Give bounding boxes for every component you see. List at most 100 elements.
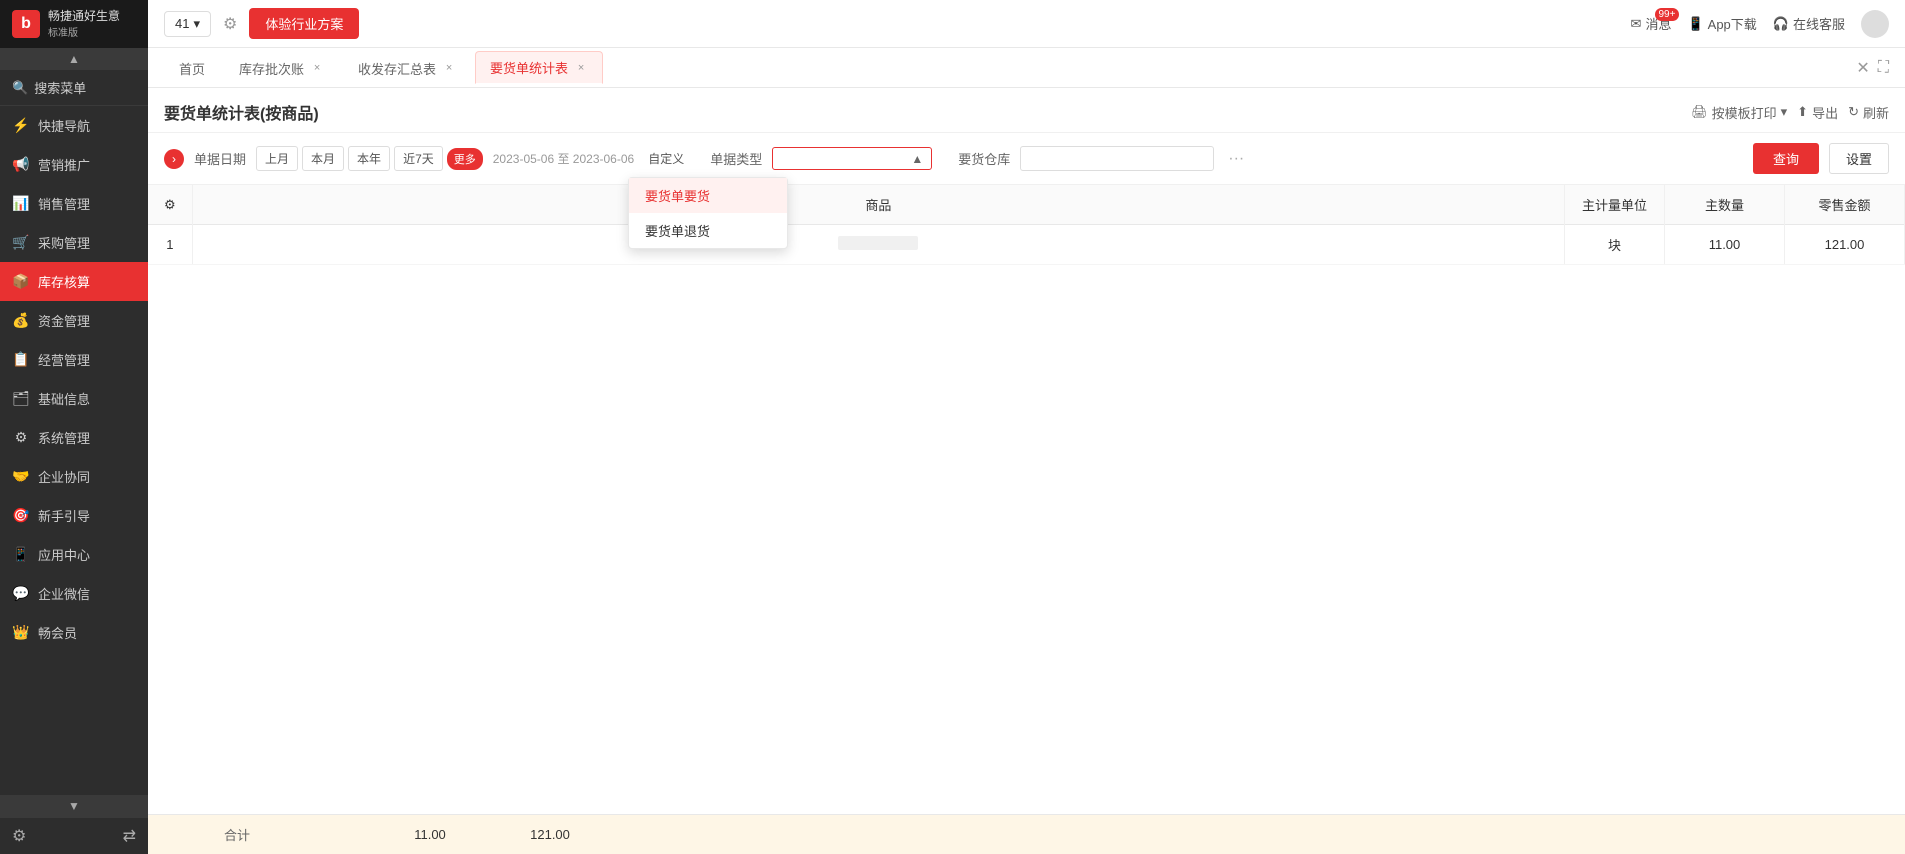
sidebar-collapse-icon[interactable]: ⇄ [123,826,136,846]
type-filter-select[interactable]: ▲ [772,147,932,170]
sidebar-logo: b 畅捷通好生意 标准版 [0,0,148,48]
app-download-action[interactable]: 📱 App下载 [1687,14,1756,33]
table-settings-btn[interactable]: 设置 [1829,143,1889,174]
tab-order-stats-label: 要货单统计表 [490,58,568,77]
sidebar-item-label: 经营管理 [38,350,90,369]
sidebar-item-guide[interactable]: 🎯 新手引导 [0,496,148,535]
print-btn[interactable]: 🖨 按模板打印 ▾ [1691,103,1787,122]
tab-order-stats-close[interactable]: × [574,61,588,75]
tab-stock-batch[interactable]: 库存批次账 × [224,52,339,84]
tab-expand-icon[interactable]: ⛶ [1878,59,1889,77]
sidebar-item-membership[interactable]: 👑 畅会员 [0,613,148,652]
sidebar-item-quick-nav[interactable]: ⚡ 快捷导航 [0,106,148,145]
th-quantity: 主数量 [1665,185,1785,225]
product-name-placeholder [838,236,918,250]
cell-product [192,225,1564,265]
online-service-label: 在线客服 [1793,14,1845,33]
sidebar-item-basic-info[interactable]: 🗂 基础信息 [0,379,148,418]
date-range-text: 2023-05-06 至 2023-06-06 [493,150,634,167]
store-selector[interactable]: 41 ▾ [164,11,211,37]
sidebar-item-label: 畅会员 [38,623,77,642]
message-icon: ✉ [1631,16,1642,32]
sidebar-item-system[interactable]: ⚙ 系统管理 [0,418,148,457]
settings-icon[interactable]: ⚙ [223,14,237,34]
cell-num: 1 [148,225,192,265]
sidebar-item-inventory[interactable]: 📦 库存核算 [0,262,148,301]
filter-expand-btn[interactable]: › [164,149,184,169]
tab-home[interactable]: 首页 [164,52,220,84]
type-select-chevron-icon[interactable]: ▲ [911,152,923,166]
type-dropdown: 要货单要货 要货单退货 [628,177,788,249]
footer-quantity: 11.00 [370,827,490,842]
sales-icon: 📊 [12,195,30,213]
store-name: 41 [175,16,189,31]
tab-order-stats[interactable]: 要货单统计表 × [475,51,603,84]
main-content: 41 ▾ ⚙ 体验行业方案 ✉ 消息 99+ 📱 App下载 🎧 在线客服 [148,0,1905,854]
filter-row: › 单据日期 上月 本月 本年 近7天 更多 2023-05-06 至 2023… [148,133,1905,185]
th-settings[interactable]: ⚙ [148,185,192,225]
export-btn[interactable]: ⬆ 导出 [1797,103,1838,122]
sidebar-item-finance[interactable]: 💰 资金管理 [0,301,148,340]
app-name: 畅捷通好生意 [48,9,120,25]
marketing-icon: 📢 [12,156,30,174]
th-amount: 零售金额 [1785,185,1905,225]
sidebar-item-wechat[interactable]: 💬 企业微信 [0,574,148,613]
avatar[interactable] [1861,10,1889,38]
footer-total-label: 合计 [164,825,250,844]
tab-bar-actions: ✕ ⛶ [1856,58,1889,78]
column-settings-icon[interactable]: ⚙ [164,197,176,212]
refresh-icon: ↻ [1848,104,1859,120]
filter-more-icon[interactable]: ··· [1228,150,1244,168]
app-download-label: App下载 [1708,14,1757,33]
sidebar-item-purchase[interactable]: 🛒 采购管理 [0,223,148,262]
sidebar-item-label: 库存核算 [38,272,90,291]
warehouse-filter-input[interactable] [1020,146,1214,171]
sidebar-item-enterprise[interactable]: 🤝 企业协同 [0,457,148,496]
sidebar-search[interactable]: 🔍 搜索菜单 [0,70,148,106]
more-dates-btn[interactable]: 更多 [447,148,483,170]
sidebar-item-marketing[interactable]: 📢 营销推广 [0,145,148,184]
last-month-btn[interactable]: 上月 [256,146,298,171]
export-label: 导出 [1812,103,1838,122]
enterprise-icon: 🤝 [12,468,30,486]
app-center-icon: 📱 [12,546,30,564]
table-footer: 合计 11.00 121.00 [148,814,1905,854]
online-service-action[interactable]: 🎧 在线客服 [1773,14,1845,33]
sidebar-settings-icon[interactable]: ⚙ [12,826,26,846]
sidebar-item-label: 资金管理 [38,311,90,330]
sidebar: b 畅捷通好生意 标准版 ▲ 🔍 搜索菜单 ⚡ 快捷导航 📢 营销推广 📊 销售… [0,0,148,854]
header-left: 41 ▾ ⚙ 体验行业方案 [164,8,359,39]
dropdown-item-purchase[interactable]: 要货单要货 [629,178,787,213]
cell-unit: 块 [1565,225,1665,265]
this-year-btn[interactable]: 本年 [348,146,390,171]
sidebar-item-app-center[interactable]: 📱 应用中心 [0,535,148,574]
sidebar-item-label: 系统管理 [38,428,90,447]
sidebar-scroll-up[interactable]: ▲ [0,48,148,70]
chevron-down-icon: ▾ [193,16,200,32]
last-7-days-btn[interactable]: 近7天 [394,146,443,171]
export-icon: ⬆ [1797,104,1808,120]
this-month-btn[interactable]: 本月 [302,146,344,171]
footer-values: 11.00 121.00 [250,827,610,842]
dropdown-item-return[interactable]: 要货单退货 [629,213,787,248]
custom-date-label[interactable]: 自定义 [648,150,684,167]
sidebar-item-operations[interactable]: 📋 经营管理 [0,340,148,379]
refresh-btn[interactable]: ↻ 刷新 [1848,103,1889,122]
sidebar-scroll-down[interactable]: ▼ [0,795,148,817]
warehouse-filter-label: 要货仓库 [958,149,1010,168]
query-btn[interactable]: 查询 [1753,143,1819,174]
tab-receivable-label: 收发存汇总表 [358,59,436,78]
tab-close-all-icon[interactable]: ✕ [1856,58,1869,78]
sidebar-item-label: 企业协同 [38,467,90,486]
system-icon: ⚙ [12,429,30,447]
sidebar-item-label: 销售管理 [38,194,90,213]
sidebar-item-label: 应用中心 [38,545,90,564]
tab-receivable-summary[interactable]: 收发存汇总表 × [343,52,471,84]
sidebar-nav: ⚡ 快捷导航 📢 营销推广 📊 销售管理 🛒 采购管理 📦 库存核算 💰 资金管… [0,106,148,795]
tab-stock-batch-close[interactable]: × [310,61,324,75]
message-action[interactable]: ✉ 消息 99+ [1631,14,1672,33]
tab-receivable-close[interactable]: × [442,61,456,75]
sidebar-item-sales[interactable]: 📊 销售管理 [0,184,148,223]
industry-btn[interactable]: 体验行业方案 [249,8,359,39]
type-filter-input[interactable] [781,151,911,166]
